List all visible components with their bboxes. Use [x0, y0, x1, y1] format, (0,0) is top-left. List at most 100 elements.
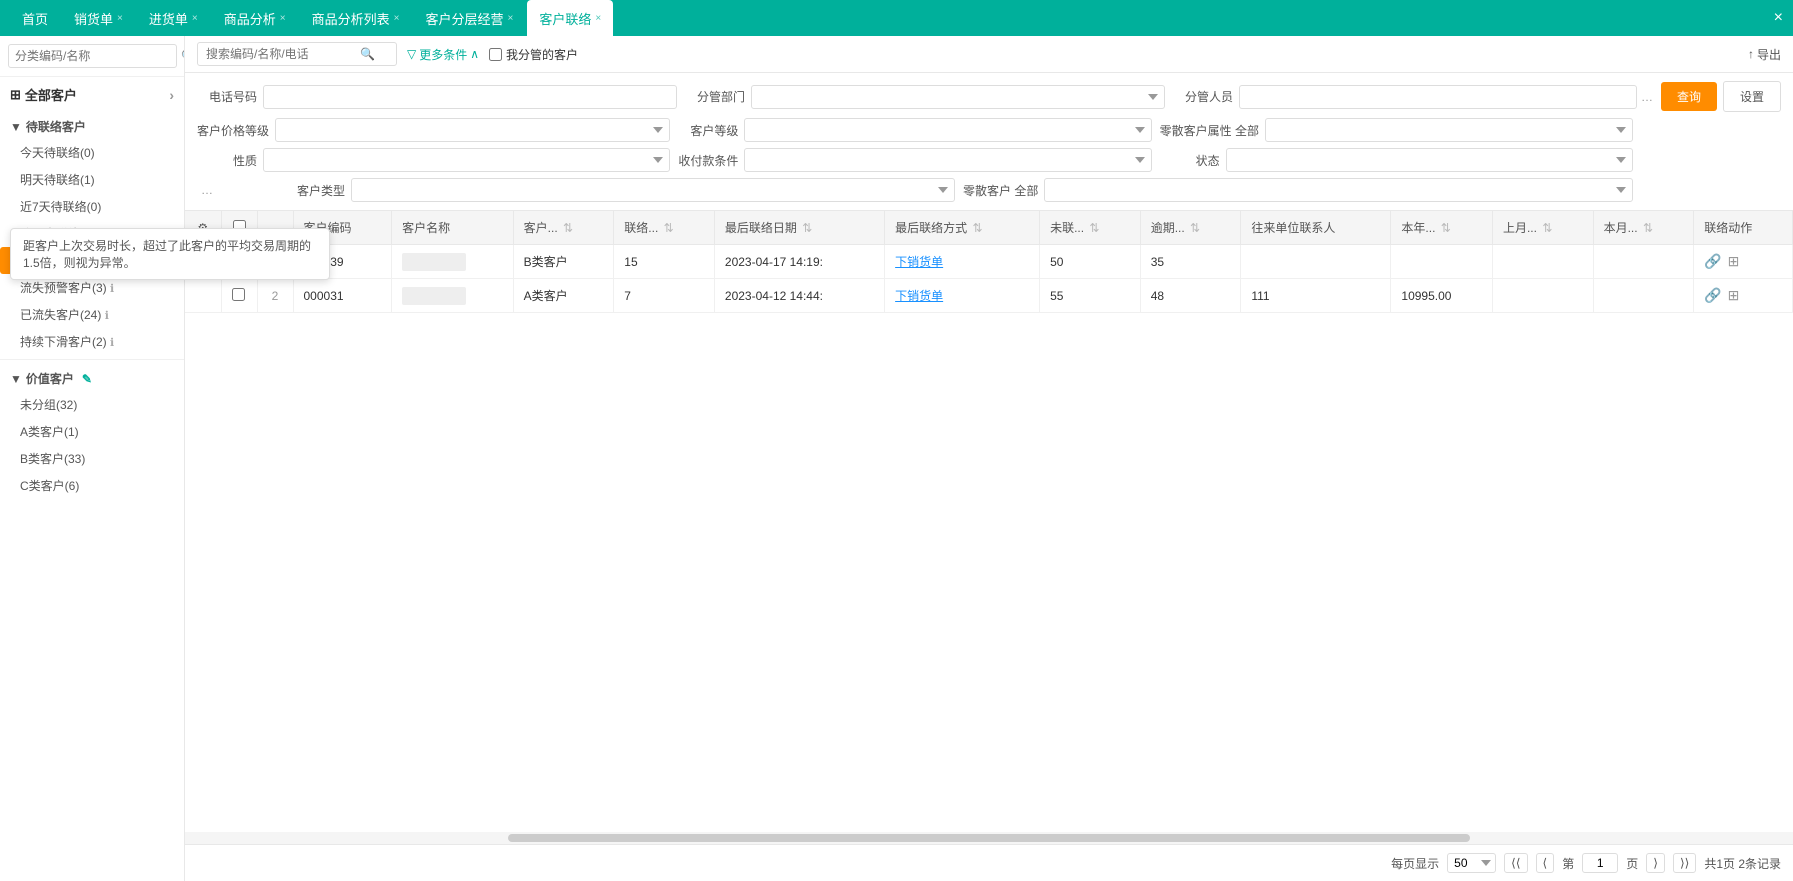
data-table-container: ⚙ 客户编码 客户名称 客户... ⇅ 联络... ⇅ 最后联络日期 ⇅ 最后联… [185, 211, 1793, 832]
td-this-month-1 [1593, 279, 1694, 313]
nav-close-product-list[interactable]: × [394, 13, 400, 24]
nav-customer-contact[interactable]: 客户联络 × [527, 0, 613, 36]
th-action: 联络动作 [1694, 211, 1793, 245]
main-layout: 🔍 ⊞ 全部客户 › ▼ 待联络客户 今天待联络(0) 明天待联络(1) 近7天… [0, 36, 1793, 881]
td-checkbox-1 [221, 279, 257, 313]
sidebar-item-churned[interactable]: 已流失客户(24) ℹ [0, 301, 184, 328]
retail-attr-select[interactable] [1265, 118, 1633, 142]
scroll-thumb[interactable] [508, 834, 1470, 842]
th-contact-count: 联络... ⇅ [614, 211, 715, 245]
chevron-down-icon-2: ▼ [10, 372, 22, 386]
td-name-0: 名称 [392, 245, 514, 279]
nav-sales-order[interactable]: 销货单 × [62, 0, 135, 36]
sidebar-item-a-class[interactable]: A类客户(1) [0, 418, 184, 445]
pending-contact-title[interactable]: ▼ 待联络客户 [0, 112, 184, 139]
dept-select[interactable] [751, 85, 1165, 109]
filter-status: 状态 [1160, 148, 1633, 172]
td-type-0: B类客户 [513, 245, 614, 279]
filter-row-3: 性质 收付款条件 状态 [197, 148, 1781, 172]
advanced-filters: 电话号码 分管部门 分管人员 … [185, 73, 1793, 211]
close-all-button[interactable]: × [1774, 9, 1783, 27]
action-grid-icon-0[interactable]: ⊞ [1728, 253, 1740, 270]
nav-product-analysis[interactable]: 商品分析 × [212, 0, 298, 36]
sidebar-item-c-class[interactable]: C类客户(6) [0, 472, 184, 499]
table-row: 1 000039 名称 B类客户 15 2023-04-17 14:19: 下销… [185, 245, 1793, 279]
first-page-btn[interactable]: ⟨⟨ [1504, 853, 1527, 873]
th-last-date: 最后联络日期 ⇅ [714, 211, 884, 245]
sidebar-item-ungroup[interactable]: 未分组(32) [0, 391, 184, 418]
sidebar-item-today[interactable]: 今天待联络(0) [0, 139, 184, 166]
filter-row-2: 客户价格等级 客户等级 零散客户属性 全部 [197, 118, 1781, 142]
nav-close-contact[interactable]: × [595, 13, 601, 24]
nav-purchase-order[interactable]: 进货单 × [137, 0, 210, 36]
info-icon-2[interactable]: ℹ [110, 283, 114, 295]
th-type: 客户... ⇅ [513, 211, 614, 245]
sidebar-item-declining[interactable]: 持续下滑客户(2) ℹ [0, 328, 184, 355]
chevron-up-icon: ∧ [470, 47, 479, 61]
page-label: 第 [1562, 855, 1574, 872]
export-icon: ↑ [1748, 47, 1754, 61]
per-page-select[interactable]: 50 100 200 [1447, 853, 1496, 873]
horizontal-scrollbar[interactable] [185, 832, 1793, 844]
sidebar-search-bar: 🔍 [0, 36, 184, 77]
customer-level-select[interactable] [744, 118, 1151, 142]
td-this-year-1: 10995.00 [1391, 279, 1493, 313]
page-end-label: 页 [1626, 855, 1638, 872]
edit-icon[interactable]: ✎ [82, 372, 92, 386]
filter-person: 分管人员 … [1173, 85, 1653, 109]
my-customers-check[interactable] [489, 48, 502, 61]
search-icon[interactable]: 🔍 [360, 47, 375, 61]
collapse-icon[interactable]: › [169, 87, 174, 103]
sidebar-item-tomorrow[interactable]: 明天待联络(1) [0, 166, 184, 193]
info-icon-4[interactable]: ℹ [110, 337, 114, 349]
all-customers-header[interactable]: ⊞ 全部客户 › [0, 77, 184, 112]
person-dots[interactable]: … [1641, 90, 1653, 104]
td-contact-person-0 [1241, 245, 1391, 279]
nav-close-purchase[interactable]: × [192, 13, 198, 24]
nav-customer-tier[interactable]: 客户分层经营 × [413, 0, 525, 36]
action-link-icon-0[interactable]: 🔗 [1704, 253, 1721, 270]
action-grid-icon-1[interactable]: ⊞ [1728, 287, 1740, 304]
td-action-0: 🔗 ⊞ [1694, 245, 1793, 279]
person-input[interactable] [1239, 85, 1637, 109]
sidebar-search-input[interactable] [8, 44, 177, 68]
th-this-year: 本年... ⇅ [1391, 211, 1493, 245]
filter-bar: 🔍 ▽ 更多条件 ∧ 我分管的客户 ↑ 导出 [185, 36, 1793, 73]
next-page-btn[interactable]: ⟩ [1646, 853, 1665, 873]
action-link-icon-1[interactable]: 🔗 [1704, 287, 1721, 304]
retail-customer-select[interactable] [1044, 178, 1633, 202]
row-checkbox-1[interactable] [232, 288, 245, 301]
page-input[interactable] [1582, 853, 1618, 873]
sidebar-item-7days[interactable]: 近7天待联络(0) [0, 193, 184, 220]
nature-select[interactable] [263, 148, 670, 172]
nav-close-tier[interactable]: × [507, 13, 513, 24]
payment-select[interactable] [744, 148, 1151, 172]
value-customers-group: ▼ 价值客户 ✎ 未分组(32) A类客户(1) B类客户(33) C类客户(6… [0, 364, 184, 499]
nav-home[interactable]: 首页 [10, 0, 60, 36]
td-last-month-0 [1492, 245, 1593, 279]
nav-close-product[interactable]: × [280, 13, 286, 24]
nav-product-list[interactable]: 商品分析列表 × [300, 0, 412, 36]
customer-type-select[interactable] [351, 178, 955, 202]
more-conditions-btn[interactable]: ▽ 更多条件 ∧ [407, 46, 479, 63]
info-icon-3[interactable]: ℹ [105, 310, 109, 322]
nav-close-sales[interactable]: × [117, 13, 123, 24]
sidebar-item-b-class[interactable]: B类客户(33) [0, 445, 184, 472]
query-button[interactable]: 查询 [1661, 82, 1717, 111]
main-search-input[interactable] [206, 47, 356, 61]
more-dots[interactable]: … [197, 183, 217, 197]
filter-dept: 分管部门 [685, 85, 1165, 109]
value-customers-title[interactable]: ▼ 价值客户 ✎ [0, 364, 184, 391]
export-button[interactable]: ↑ 导出 [1748, 46, 1781, 63]
tooltip-box: 距客户上次交易时长，超过了此客户的平均交易周期的1.5倍，则视为异常。 [10, 228, 330, 280]
td-action-1: 🔗 ⊞ [1694, 279, 1793, 313]
setting-button[interactable]: 设置 [1723, 81, 1781, 112]
my-customers-checkbox[interactable]: 我分管的客户 [489, 46, 578, 63]
table-header-row: ⚙ 客户编码 客户名称 客户... ⇅ 联络... ⇅ 最后联络日期 ⇅ 最后联… [185, 211, 1793, 245]
phone-input[interactable] [263, 85, 677, 109]
last-page-btn[interactable]: ⟩⟩ [1673, 853, 1696, 873]
price-level-select[interactable] [275, 118, 670, 142]
td-contact-person-1: 111 [1241, 279, 1391, 313]
prev-page-btn[interactable]: ⟨ [1536, 853, 1555, 873]
status-select[interactable] [1226, 148, 1633, 172]
